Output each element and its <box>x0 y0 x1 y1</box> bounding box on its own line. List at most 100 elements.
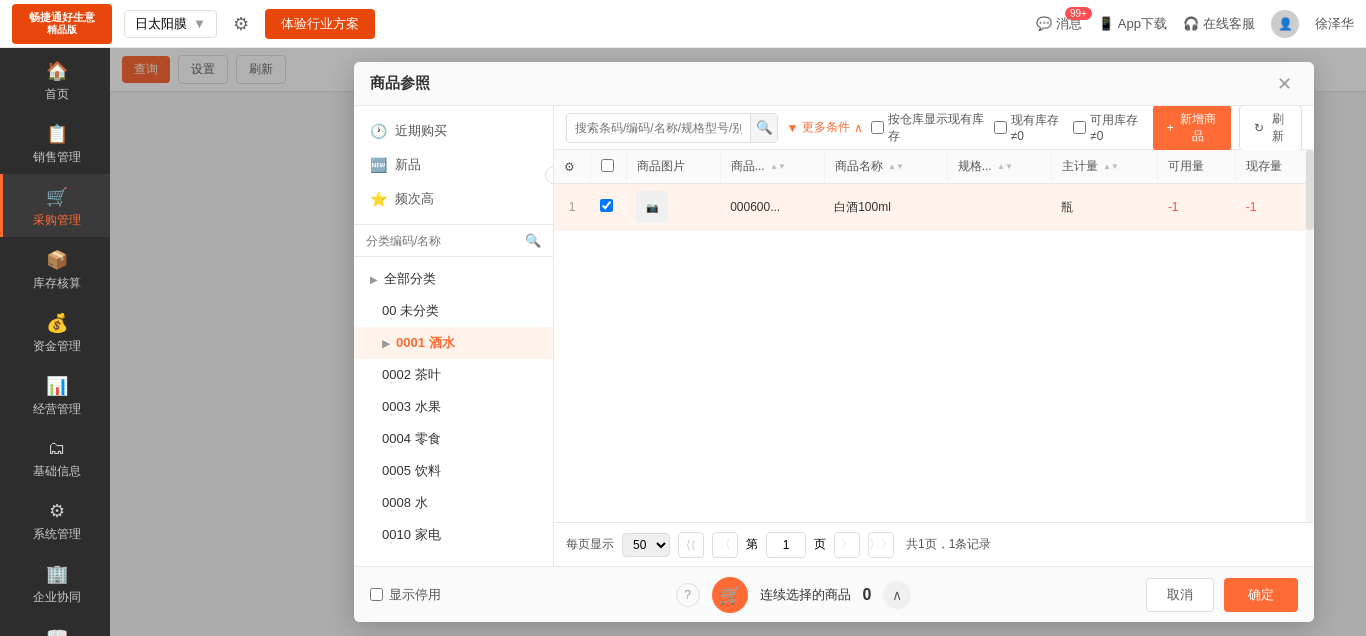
add-product-btn[interactable]: + 新增商品 <box>1153 106 1232 151</box>
show-disabled-checkbox[interactable] <box>370 588 383 601</box>
tree-item-cat0003[interactable]: 0003 水果 <box>354 391 553 423</box>
tree-item-cat00[interactable]: 00 未分类 <box>354 295 553 327</box>
online-service-btn[interactable]: 🎧 在线客服 <box>1183 15 1255 33</box>
more-filter-btn[interactable]: ▼ 更多条件 ∧ <box>786 119 863 136</box>
collapse-footer-btn[interactable]: ∧ <box>883 581 911 609</box>
stock-not-zero-input[interactable] <box>994 121 1007 134</box>
table-settings-icon[interactable]: ⚙ <box>564 160 575 174</box>
product-search-input[interactable] <box>567 121 750 135</box>
sidebar-item-basic[interactable]: 🗂 基础信息 <box>0 426 110 488</box>
frequent-tab-label: 频次高 <box>395 190 434 208</box>
inventory-icon: 📦 <box>46 249 68 271</box>
next-page-btn[interactable]: 〉 <box>834 532 860 558</box>
col-spec[interactable]: 规格... ▲▼ <box>947 150 1051 184</box>
recent-tab[interactable]: 🕐 近期购买 <box>354 114 553 148</box>
modal-header: 商品参照 ✕ <box>354 62 1314 106</box>
cart-icon: 🛒 <box>719 584 741 606</box>
help-icon[interactable]: ? <box>676 583 700 607</box>
app-download-btn[interactable]: 📱 App下载 <box>1098 15 1167 33</box>
modal-close-button[interactable]: ✕ <box>1270 70 1298 98</box>
app-logo: 畅捷通好生意 精品版 <box>12 4 112 44</box>
tree-item-cat0010[interactable]: 0010 家电 <box>354 519 553 551</box>
first-page-btn[interactable]: ⟨⟨ <box>678 532 704 558</box>
tree-item-all[interactable]: ▶ 全部分类 <box>354 263 553 295</box>
cancel-button[interactable]: 取消 <box>1146 578 1214 612</box>
toolbar-actions: + 新增商品 ↻ 刷新 <box>1153 106 1302 151</box>
col-image: 商品图片 <box>626 150 720 184</box>
tree-item-cat0003-label: 0003 水果 <box>382 398 441 416</box>
trial-button[interactable]: 体验行业方案 <box>265 9 375 39</box>
tree-item-cat0002[interactable]: 0002 茶叶 <box>354 359 553 391</box>
sidebar-item-guide[interactable]: 📖 新手引导 <box>0 614 110 636</box>
row-checkbox[interactable] <box>600 199 613 212</box>
cart-button[interactable]: 🛒 <box>712 577 748 613</box>
sidebar-item-home[interactable]: 🏠 首页 <box>0 48 110 111</box>
col-available-label: 可用量 <box>1168 159 1204 173</box>
user-avatar[interactable]: 👤 <box>1271 10 1299 38</box>
sidebar-item-sales-label: 销售管理 <box>33 149 81 166</box>
col-stock-label: 现存量 <box>1246 159 1282 173</box>
user-name: 徐泽华 <box>1315 15 1354 33</box>
tree-item-cat0001-label: 0001 酒水 <box>396 334 455 352</box>
modal-body: 🕐 近期购买 🆕 新品 ⭐ 频次高 <box>354 106 1314 566</box>
show-disabled-label[interactable]: 显示停用 <box>370 586 441 604</box>
table-row[interactable]: 1 📷 000600... 白酒100ml <box>554 184 1314 231</box>
available-not-zero-checkbox[interactable]: 可用库存≠0 <box>1073 112 1145 143</box>
row-unit: 瓶 <box>1051 184 1158 231</box>
table-scrollbar[interactable] <box>1306 150 1314 522</box>
store-selector[interactable]: 日太阳膜 ▼ <box>124 10 217 38</box>
product-table: ⚙ 商品图片 商品... <box>554 150 1314 231</box>
sidebar-item-system[interactable]: ⚙ 系统管理 <box>0 488 110 551</box>
sidebar-item-inventory[interactable]: 📦 库存核算 <box>0 237 110 300</box>
new-tab[interactable]: 🆕 新品 <box>354 148 553 182</box>
refresh-btn[interactable]: ↻ 刷新 <box>1239 106 1302 151</box>
tree-item-cat0001[interactable]: ▶ 0001 酒水 <box>354 327 553 359</box>
tree-item-cat0004[interactable]: 0004 零食 <box>354 423 553 455</box>
confirm-button[interactable]: 确定 <box>1224 578 1298 612</box>
select-all-checkbox[interactable] <box>601 159 614 172</box>
frequent-tab[interactable]: ⭐ 频次高 <box>354 182 553 216</box>
sidebar-item-system-label: 系统管理 <box>33 526 81 543</box>
col-unit[interactable]: 主计量 ▲▼ <box>1051 150 1158 184</box>
product-reference-modal: 商品参照 ✕ 🕐 近期购买 🆕 新品 <box>354 62 1314 622</box>
navbar: 畅捷通好生意 精品版 日太阳膜 ▼ ⚙ 体验行业方案 💬 消息 99+ 📱 Ap… <box>0 0 1366 48</box>
settings-icon[interactable]: ⚙ <box>225 8 257 40</box>
row-available: -1 <box>1158 184 1236 231</box>
by-warehouse-checkbox[interactable]: 按仓库显示现有库存 <box>871 111 985 145</box>
page-input[interactable] <box>766 532 806 558</box>
category-search-icon[interactable]: 🔍 <box>525 233 541 248</box>
row-spec <box>947 184 1051 231</box>
filter-label: 更多条件 <box>802 119 850 136</box>
sidebar-item-finance[interactable]: 💰 资金管理 <box>0 300 110 363</box>
sidebar-item-operations[interactable]: 📊 经营管理 <box>0 363 110 426</box>
col-code[interactable]: 商品... ▲▼ <box>720 150 824 184</box>
product-search-btn[interactable]: 🔍 <box>750 113 777 143</box>
sidebar-item-enterprise-label: 企业协同 <box>33 589 81 606</box>
sidebar-item-inventory-label: 库存核算 <box>33 275 81 292</box>
message-btn[interactable]: 💬 消息 99+ <box>1036 15 1082 33</box>
col-name[interactable]: 商品名称 ▲▼ <box>824 150 947 184</box>
tree-item-all-label: 全部分类 <box>384 270 436 288</box>
star-icon: ⭐ <box>370 191 387 207</box>
available-not-zero-input[interactable] <box>1073 121 1086 134</box>
sidebar-item-operations-label: 经营管理 <box>33 401 81 418</box>
stock-not-zero-checkbox[interactable]: 现有库存≠0 <box>994 112 1066 143</box>
new-tab-label: 新品 <box>395 156 421 174</box>
last-page-btn[interactable]: 〉〉 <box>868 532 894 558</box>
col-checkbox <box>590 150 626 184</box>
sidebar-item-purchase[interactable]: 🛒 采购管理 <box>0 174 110 237</box>
footer-center: ? 🛒 连续选择的商品 0 ∧ <box>441 577 1146 613</box>
sidebar-item-enterprise[interactable]: 🏢 企业协同 <box>0 551 110 614</box>
col-name-sort: ▲▼ <box>888 162 904 171</box>
sidebar-item-sales[interactable]: 📋 销售管理 <box>0 111 110 174</box>
tree-item-cat0008[interactable]: 0008 水 <box>354 487 553 519</box>
row-checkbox-cell <box>590 184 626 231</box>
page-size-select[interactable]: 50 <box>622 533 670 557</box>
total-info: 共1页，1条记录 <box>906 536 991 553</box>
category-search-input[interactable] <box>366 234 519 248</box>
prev-page-btn[interactable]: 〈 <box>712 532 738 558</box>
by-warehouse-input[interactable] <box>871 121 884 134</box>
store-selector-arrow: ▼ <box>193 16 206 31</box>
navbar-right: 💬 消息 99+ 📱 App下载 🎧 在线客服 👤 徐泽华 <box>1036 10 1354 38</box>
tree-item-cat0005[interactable]: 0005 饮料 <box>354 455 553 487</box>
